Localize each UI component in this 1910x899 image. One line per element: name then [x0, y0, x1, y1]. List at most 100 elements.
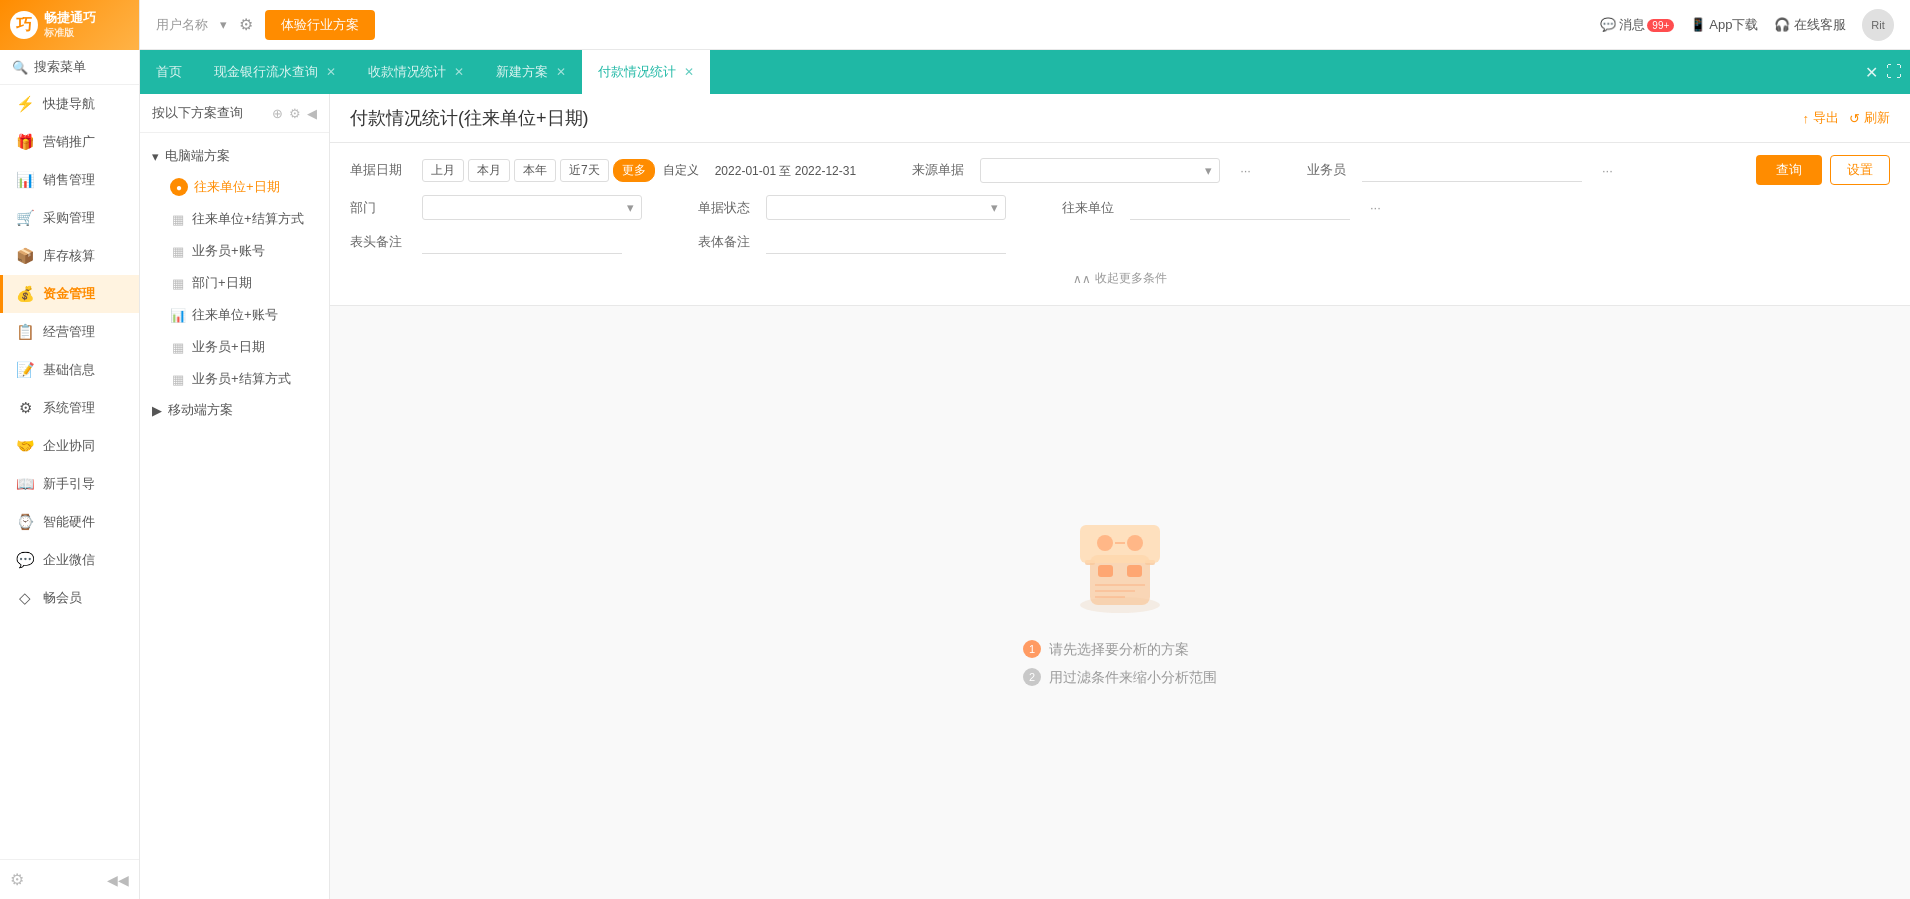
body-note-input[interactable] [766, 230, 1006, 254]
collapse-panel-icon[interactable]: ◀ [307, 106, 317, 121]
status-select[interactable] [766, 195, 1006, 220]
sidebar-header: 巧 畅捷通巧 标准版 [0, 0, 139, 50]
tab-home[interactable]: 首页 [140, 50, 198, 94]
source-doc-dots[interactable]: ··· [1240, 163, 1251, 178]
scheme-partner-settle[interactable]: ▦ 往来单位+结算方式 [140, 203, 329, 235]
sidebar-item-quick-nav[interactable]: ⚡ 快捷导航 [0, 85, 139, 123]
sidebar-item-finance[interactable]: 💰 资金管理 [0, 275, 139, 313]
sidebar-item-purchase[interactable]: 🛒 采购管理 [0, 199, 139, 237]
page-header: 付款情况统计(往来单位+日期) ↑ 导出 ↺ 刷新 [330, 94, 1910, 143]
topbar-settings-icon[interactable]: ⚙ [239, 15, 253, 34]
tab-bank-flow[interactable]: 现金银行流水查询 ✕ [198, 50, 352, 94]
quick-nav-icon: ⚡ [15, 95, 35, 113]
scheme-label: 部门+日期 [192, 274, 252, 292]
sidebar-item-label: 营销推广 [43, 133, 95, 151]
sidebar-item-member[interactable]: ◇ 畅会员 [0, 579, 139, 617]
tab-receivable-close[interactable]: ✕ [454, 65, 464, 79]
scheme-salesman-account[interactable]: ▦ 业务员+账号 [140, 235, 329, 267]
scheme-salesman-settle[interactable]: ▦ 业务员+结算方式 [140, 363, 329, 395]
search-menu[interactable]: 🔍 搜索菜单 [0, 50, 139, 85]
source-doc-select[interactable] [980, 158, 1220, 183]
scheme-label: 业务员+日期 [192, 338, 265, 356]
sidebar-collapse-icon[interactable]: ◀◀ [107, 872, 129, 888]
tabbar-close-btn[interactable]: ✕ [1865, 63, 1878, 82]
export-button[interactable]: ↑ 导出 [1803, 109, 1840, 127]
page-title: 付款情况统计(往来单位+日期) [350, 106, 589, 130]
tab-receivable[interactable]: 收款情况统计 ✕ [352, 50, 480, 94]
sidebar-item-hardware[interactable]: ⌚ 智能硬件 [0, 503, 139, 541]
header-note-input[interactable] [422, 230, 622, 254]
date-btn-this-year[interactable]: 本年 [514, 159, 556, 182]
tab-new-scheme[interactable]: 新建方案 ✕ [480, 50, 582, 94]
online-service[interactable]: 🎧 在线客服 [1774, 16, 1846, 34]
collapse-filter-btn[interactable]: ∧∧ 收起更多条件 [350, 264, 1890, 293]
sidebar-settings-icon[interactable]: ⚙ [10, 870, 24, 889]
avatar[interactable]: Rit [1862, 9, 1894, 41]
tabbar-fullscreen-btn[interactable]: ⛶ [1886, 63, 1902, 81]
tab-home-label: 首页 [156, 63, 182, 81]
scheme-partner-account[interactable]: 📊 往来单位+账号 [140, 299, 329, 331]
scheme-salesman-date[interactable]: ▦ 业务员+日期 [140, 331, 329, 363]
sidebar-item-inventory[interactable]: 📦 库存核算 [0, 237, 139, 275]
settings-button[interactable]: 设置 [1830, 155, 1890, 185]
add-scheme-icon[interactable]: ⊕ [272, 106, 283, 121]
basic-icon: 📝 [15, 361, 35, 379]
tab-new-scheme-close[interactable]: ✕ [556, 65, 566, 79]
sidebar-item-guide[interactable]: 📖 新手引导 [0, 465, 139, 503]
topbar-username: 用户名称 [156, 16, 208, 34]
sidebar-item-label: 库存核算 [43, 247, 95, 265]
refresh-icon: ↺ [1849, 111, 1860, 126]
mobile-group-title[interactable]: ▶ 移动端方案 [140, 395, 329, 425]
filter-area: 单据日期 上月 本月 本年 近7天 更多 自定义 2022-01-01 至 20… [330, 143, 1910, 306]
refresh-button[interactable]: ↺ 刷新 [1849, 109, 1890, 127]
scheme-dept-date[interactable]: ▦ 部门+日期 [140, 267, 329, 299]
sidebar-item-marketing[interactable]: 🎁 营销推广 [0, 123, 139, 161]
guide-icon: 📖 [15, 475, 35, 493]
manage-scheme-icon[interactable]: ⚙ [289, 106, 301, 121]
body-note-label: 表体备注 [698, 233, 750, 251]
dept-label: 部门 [350, 199, 406, 217]
partner-input[interactable] [1130, 196, 1350, 220]
topbar-arrow[interactable]: ▾ [220, 17, 227, 32]
desktop-group-title[interactable]: ▾ 电脑端方案 [140, 141, 329, 171]
hint-item-2: 2 用过滤条件来缩小分析范围 [1023, 663, 1217, 691]
tab-bank-flow-close[interactable]: ✕ [326, 65, 336, 79]
left-panel-header-icons: ⊕ ⚙ ◀ [272, 106, 317, 121]
sidebar-item-operations[interactable]: 📋 经营管理 [0, 313, 139, 351]
salesman-input[interactable] [1362, 158, 1582, 182]
tab-payment-stat[interactable]: 付款情况统计 ✕ [582, 50, 710, 94]
sidebar-footer: ⚙ ◀◀ [0, 859, 139, 899]
salesman-dots[interactable]: ··· [1602, 163, 1613, 178]
enterprise-icon: 🤝 [15, 437, 35, 455]
sidebar-item-enterprise[interactable]: 🤝 企业协同 [0, 427, 139, 465]
date-btn-last-month[interactable]: 上月 [422, 159, 464, 182]
hint-text-1: 请先选择要分析的方案 [1049, 635, 1189, 663]
sidebar-item-system[interactable]: ⚙ 系统管理 [0, 389, 139, 427]
date-label: 单据日期 [350, 161, 406, 179]
sidebar-item-wechat[interactable]: 💬 企业微信 [0, 541, 139, 579]
custom-label[interactable]: 自定义 [663, 162, 699, 179]
trial-button[interactable]: 体验行业方案 [265, 10, 375, 40]
date-range-text: 2022-01-01 至 2022-12-31 [715, 163, 856, 180]
scheme-partner-date[interactable]: ● 往来单位+日期 [140, 171, 329, 203]
date-btn-7days[interactable]: 近7天 [560, 159, 609, 182]
partner-dots[interactable]: ··· [1370, 200, 1381, 215]
header-note-label: 表头备注 [350, 233, 406, 251]
sidebar-item-basic[interactable]: 📝 基础信息 [0, 351, 139, 389]
app-download[interactable]: 📱 App下载 [1690, 16, 1758, 34]
scheme-label: 业务员+账号 [192, 242, 265, 260]
date-btn-this-month[interactable]: 本月 [468, 159, 510, 182]
sidebar-item-sales[interactable]: 📊 销售管理 [0, 161, 139, 199]
sidebar-item-label: 系统管理 [43, 399, 95, 417]
main-area: 用户名称 ▾ ⚙ 体验行业方案 💬 消息99+ 📱 App下载 🎧 在线客服 R… [140, 0, 1910, 899]
date-btn-more[interactable]: 更多 [613, 159, 655, 182]
tab-payment-stat-close[interactable]: ✕ [684, 65, 694, 79]
scheme-table-icon: ▦ [170, 371, 186, 387]
page-header-actions: ↑ 导出 ↺ 刷新 [1803, 109, 1891, 127]
query-button[interactable]: 查询 [1756, 155, 1822, 185]
filter-row-1: 单据日期 上月 本月 本年 近7天 更多 自定义 2022-01-01 至 20… [350, 155, 1890, 185]
dept-select[interactable] [422, 195, 642, 220]
message-icon[interactable]: 💬 消息99+ [1600, 16, 1675, 34]
left-panel-header: 按以下方案查询 ⊕ ⚙ ◀ [140, 94, 329, 133]
marketing-icon: 🎁 [15, 133, 35, 151]
